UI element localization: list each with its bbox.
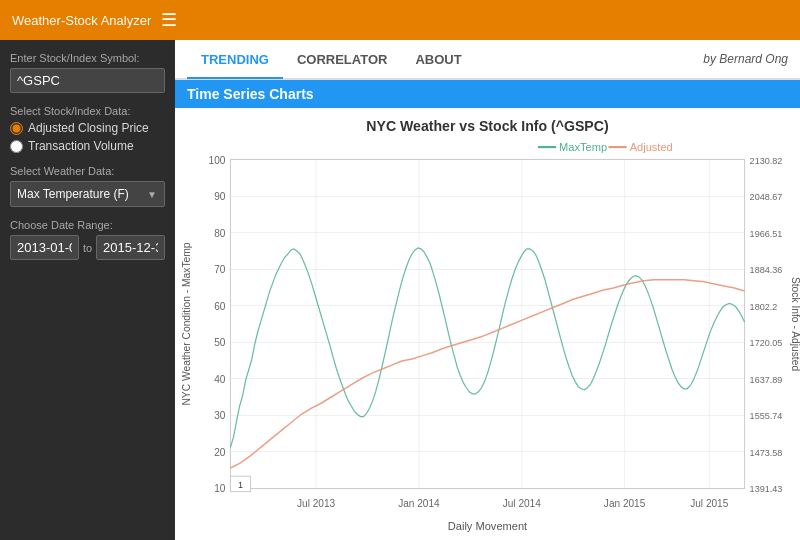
stock-label: Enter Stock/Index Symbol: <box>10 52 165 64</box>
svg-text:Jan 2014: Jan 2014 <box>398 498 440 509</box>
svg-text:NYC Weather Condition - MaxTem: NYC Weather Condition - MaxTemp <box>181 242 192 405</box>
attribution: by Bernard Ong <box>703 52 788 66</box>
weather-select-wrap: Max Temperature (F) Min Temperature (F) … <box>10 181 165 207</box>
svg-text:70: 70 <box>214 263 226 274</box>
weather-select[interactable]: Max Temperature (F) Min Temperature (F) … <box>10 181 165 207</box>
svg-text:1720.05: 1720.05 <box>750 338 783 348</box>
sidebar: Enter Stock/Index Symbol: Select Stock/I… <box>0 40 175 540</box>
svg-text:2048.67: 2048.67 <box>750 191 783 201</box>
svg-text:10: 10 <box>214 483 226 494</box>
date-to-label: to <box>83 242 92 254</box>
svg-rect-0 <box>175 108 800 540</box>
radio-volume-label: Transaction Volume <box>28 139 134 153</box>
svg-text:2130.82: 2130.82 <box>750 155 783 165</box>
svg-text:1637.89: 1637.89 <box>750 375 783 385</box>
svg-text:Stock Info - Adjusted: Stock Info - Adjusted <box>790 277 800 371</box>
radio-adjusted-label: Adjusted Closing Price <box>28 121 149 135</box>
svg-text:Jul 2013: Jul 2013 <box>297 498 335 509</box>
chart-container: NYC Weather vs Stock Info (^GSPC) MaxTem… <box>175 108 800 540</box>
svg-text:60: 60 <box>214 301 226 312</box>
svg-text:100: 100 <box>209 154 226 165</box>
data-radio-group: Adjusted Closing Price Transaction Volum… <box>10 121 165 153</box>
tab-about[interactable]: ABOUT <box>401 41 475 79</box>
svg-text:50: 50 <box>214 337 226 348</box>
svg-text:1884.36: 1884.36 <box>750 264 783 274</box>
radio-volume[interactable]: Transaction Volume <box>10 139 165 153</box>
tab-trending[interactable]: TRENDING <box>187 41 283 79</box>
stock-input[interactable] <box>10 68 165 93</box>
chart-section-header: Time Series Charts <box>175 80 800 108</box>
tab-correlator[interactable]: CORRELATOR <box>283 41 402 79</box>
svg-text:80: 80 <box>214 227 226 238</box>
svg-text:MaxTemp: MaxTemp <box>559 141 607 153</box>
svg-text:NYC Weather vs Stock Info (^GS: NYC Weather vs Stock Info (^GSPC) <box>366 117 609 133</box>
svg-text:Jul 2014: Jul 2014 <box>503 498 541 509</box>
data-select-label: Select Stock/Index Data: <box>10 105 165 117</box>
date-to-input[interactable] <box>96 235 165 260</box>
app-header: Weather-Stock Analyzer ☰ <box>0 0 800 40</box>
app-title: Weather-Stock Analyzer <box>12 13 151 28</box>
svg-text:1: 1 <box>238 479 243 489</box>
svg-text:1966.51: 1966.51 <box>750 228 783 238</box>
hamburger-icon[interactable]: ☰ <box>161 9 177 31</box>
radio-adjusted[interactable]: Adjusted Closing Price <box>10 121 165 135</box>
weather-label: Select Weather Data: <box>10 165 165 177</box>
svg-text:1473.58: 1473.58 <box>750 448 783 458</box>
svg-text:Daily Movement: Daily Movement <box>448 520 528 532</box>
chart-svg: NYC Weather vs Stock Info (^GSPC) MaxTem… <box>175 108 800 540</box>
svg-text:Jan 2015: Jan 2015 <box>604 498 646 509</box>
main-layout: Enter Stock/Index Symbol: Select Stock/I… <box>0 40 800 540</box>
date-from-input[interactable] <box>10 235 79 260</box>
svg-text:40: 40 <box>214 374 226 385</box>
svg-text:30: 30 <box>214 410 226 421</box>
svg-text:1555.74: 1555.74 <box>750 411 783 421</box>
content-area: TRENDING CORRELATOR ABOUT by Bernard Ong… <box>175 40 800 540</box>
svg-text:20: 20 <box>214 447 226 458</box>
date-range: to <box>10 235 165 260</box>
svg-text:1802.2: 1802.2 <box>750 302 778 312</box>
svg-text:1391.43: 1391.43 <box>750 484 783 494</box>
tab-bar: TRENDING CORRELATOR ABOUT by Bernard Ong <box>175 40 800 80</box>
svg-text:90: 90 <box>214 190 226 201</box>
date-label: Choose Date Range: <box>10 219 165 231</box>
svg-text:Adjusted: Adjusted <box>630 141 673 153</box>
svg-text:Jul 2015: Jul 2015 <box>690 498 728 509</box>
